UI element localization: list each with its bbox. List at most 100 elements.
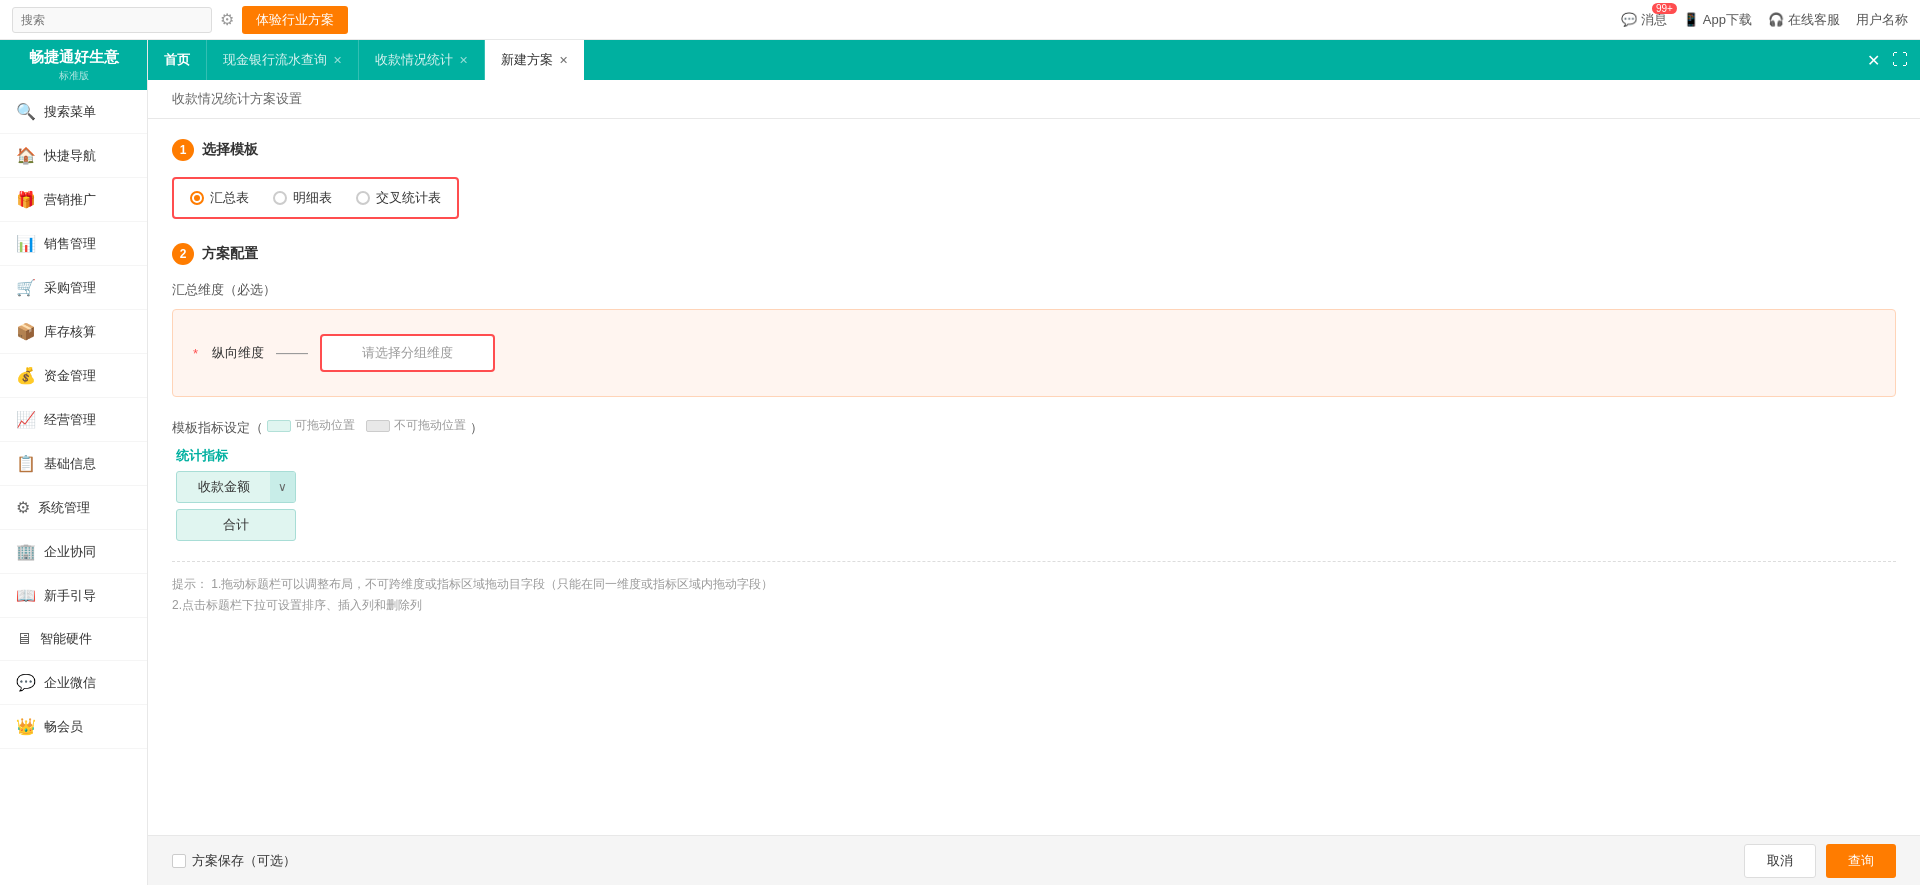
sidebar-item-wechat[interactable]: 💬 企业微信 xyxy=(0,661,147,705)
download-btn[interactable]: 📱 App下载 xyxy=(1683,11,1752,29)
sidebar-item-marketing[interactable]: 🎁 营销推广 xyxy=(0,178,147,222)
sidebar-item-inventory[interactable]: 📦 库存核算 xyxy=(0,310,147,354)
save-checkbox[interactable] xyxy=(172,854,186,868)
logo-text: 畅捷通好生意 xyxy=(29,48,119,67)
sidebar-item-label: 搜索菜单 xyxy=(44,103,96,121)
message-icon: 💬 xyxy=(1621,12,1637,27)
radio-cross-label: 交叉统计表 xyxy=(376,189,441,207)
industry-btn[interactable]: 体验行业方案 xyxy=(242,6,348,34)
radio-summary[interactable]: 汇总表 xyxy=(190,189,249,207)
sidebar-item-guide[interactable]: 📖 新手引导 xyxy=(0,574,147,618)
sidebar-item-basic-info[interactable]: 📋 基础信息 xyxy=(0,442,147,486)
tab-home[interactable]: 首页 xyxy=(148,40,207,80)
tab-new-plan[interactable]: 新建方案 ✕ xyxy=(485,40,584,80)
cancel-button[interactable]: 取消 xyxy=(1744,844,1816,878)
sidebar-item-sales[interactable]: 📊 销售管理 xyxy=(0,222,147,266)
settings-icon[interactable]: ⚙ xyxy=(220,10,234,29)
dimension-area: * 纵向维度 —— 请选择分组维度 xyxy=(172,309,1896,397)
sidebar-item-label: 企业微信 xyxy=(44,674,96,692)
tab-home-label: 首页 xyxy=(164,51,190,69)
message-btn[interactable]: 💬 消息 99+ xyxy=(1621,11,1667,29)
tab-new-plan-label: 新建方案 xyxy=(501,51,553,69)
legend-draggable-label: 可拖动位置 xyxy=(295,417,355,434)
tab-receipt-stat-close[interactable]: ✕ xyxy=(459,54,468,67)
tab-bar-actions: ✕ ⛶ xyxy=(1867,51,1908,70)
save-label: 方案保存（可选） xyxy=(192,852,296,870)
sidebar-item-member[interactable]: 👑 畅会员 xyxy=(0,705,147,749)
system-icon: ⚙ xyxy=(16,498,30,517)
sidebar-item-hardware[interactable]: 🖥 智能硬件 xyxy=(0,618,147,661)
sidebar: 畅捷通好生意 标准版 🔍 搜索菜单 🏠 快捷导航 🎁 营销推广 📊 销售管理 🛒 xyxy=(0,40,148,885)
sidebar-item-label: 企业协同 xyxy=(44,543,96,561)
breadcrumb: 收款情况统计方案设置 xyxy=(148,80,1920,119)
service-label: 在线客服 xyxy=(1788,11,1840,29)
step1-header: 1 选择模板 xyxy=(172,139,1896,161)
radio-cross-circle xyxy=(356,191,370,205)
service-btn[interactable]: 🎧 在线客服 xyxy=(1768,11,1840,29)
sidebar-item-label: 经营管理 xyxy=(44,411,96,429)
sidebar-item-label: 畅会员 xyxy=(44,718,83,736)
sidebar-item-label: 快捷导航 xyxy=(44,147,96,165)
indicator-section: 模板指标设定（ 可拖动位置 不可拖动位置 ） xyxy=(172,417,1896,541)
purchase-icon: 🛒 xyxy=(16,278,36,297)
template-selector: 汇总表 明细表 交叉统计表 xyxy=(172,177,459,219)
search-menu-icon: 🔍 xyxy=(16,102,36,121)
bottom-bar: 方案保存（可选） 取消 查询 xyxy=(148,835,1920,885)
indicator-chips-area: 统计指标 收款金额 ∨ 合计 xyxy=(176,447,1896,541)
save-option[interactable]: 方案保存（可选） xyxy=(172,852,296,870)
tips-section: 提示： 1.拖动标题栏可以调整布局，不可跨维度或指标区域拖动目字段（只能在同一维… xyxy=(172,561,1896,617)
tab-expand-icon[interactable]: ⛶ xyxy=(1892,51,1908,69)
tab-receipt-stat[interactable]: 收款情况统计 ✕ xyxy=(359,40,485,80)
required-star: * xyxy=(193,346,198,361)
sidebar-item-label: 智能硬件 xyxy=(40,630,92,648)
sidebar-item-enterprise[interactable]: 🏢 企业协同 xyxy=(0,530,147,574)
sidebar-item-label: 基础信息 xyxy=(44,455,96,473)
tab-bank-flow-close[interactable]: ✕ xyxy=(333,54,342,67)
dim-select-box[interactable]: 请选择分组维度 xyxy=(320,334,495,372)
sidebar-item-label: 新手引导 xyxy=(44,587,96,605)
sidebar-item-label: 库存核算 xyxy=(44,323,96,341)
hardware-icon: 🖥 xyxy=(16,630,32,648)
tab-receipt-stat-label: 收款情况统计 xyxy=(375,51,453,69)
sidebar-item-label: 销售管理 xyxy=(44,235,96,253)
dim-arrow: —— xyxy=(276,344,308,362)
radio-summary-circle xyxy=(190,191,204,205)
dimension-subsection: 汇总维度（必选） * 纵向维度 —— 请选择分组维度 xyxy=(172,281,1896,397)
tab-close-all-icon[interactable]: ✕ xyxy=(1867,51,1880,70)
marketing-icon: 🎁 xyxy=(16,190,36,209)
header-left: ⚙ 体验行业方案 xyxy=(12,6,348,34)
dim-select-placeholder: 请选择分组维度 xyxy=(362,345,453,360)
sidebar-item-purchase[interactable]: 🛒 采购管理 xyxy=(0,266,147,310)
sidebar-item-system[interactable]: ⚙ 系统管理 xyxy=(0,486,147,530)
chip-amount-text: 收款金额 xyxy=(177,472,270,502)
logo-area: 畅捷通好生意 标准版 xyxy=(0,40,147,90)
basic-info-icon: 📋 xyxy=(16,454,36,473)
sidebar-item-search-menu[interactable]: 🔍 搜索菜单 xyxy=(0,90,147,134)
radio-detail[interactable]: 明细表 xyxy=(273,189,332,207)
step1-title: 选择模板 xyxy=(202,141,258,159)
tab-bank-flow[interactable]: 现金银行流水查询 ✕ xyxy=(207,40,359,80)
sidebar-item-label: 采购管理 xyxy=(44,279,96,297)
step2-title: 方案配置 xyxy=(202,245,258,263)
user-name: 用户名称 xyxy=(1856,11,1908,29)
sidebar-item-label: 营销推广 xyxy=(44,191,96,209)
search-input[interactable] xyxy=(12,7,212,33)
sales-icon: 📊 xyxy=(16,234,36,253)
step2-header: 2 方案配置 xyxy=(172,243,1896,265)
sidebar-item-finance[interactable]: 💰 资金管理 xyxy=(0,354,147,398)
indicator-label: 统计指标 xyxy=(176,448,228,463)
radio-cross[interactable]: 交叉统计表 xyxy=(356,189,441,207)
indicator-chip-amount[interactable]: 收款金额 ∨ xyxy=(176,471,296,503)
bottom-actions: 取消 查询 xyxy=(1744,844,1896,878)
tab-new-plan-close[interactable]: ✕ xyxy=(559,54,568,67)
sidebar-item-label: 资金管理 xyxy=(44,367,96,385)
wechat-icon: 💬 xyxy=(16,673,36,692)
guide-icon: 📖 xyxy=(16,586,36,605)
sidebar-item-operation[interactable]: 📈 经营管理 xyxy=(0,398,147,442)
query-button[interactable]: 查询 xyxy=(1826,844,1896,878)
content-area: 首页 现金银行流水查询 ✕ 收款情况统计 ✕ 新建方案 ✕ ✕ ⛶ xyxy=(148,40,1920,885)
radio-summary-label: 汇总表 xyxy=(210,189,249,207)
chip-arrow[interactable]: ∨ xyxy=(270,472,295,502)
user-area[interactable]: 用户名称 xyxy=(1856,11,1908,29)
sidebar-item-quick-nav[interactable]: 🏠 快捷导航 xyxy=(0,134,147,178)
